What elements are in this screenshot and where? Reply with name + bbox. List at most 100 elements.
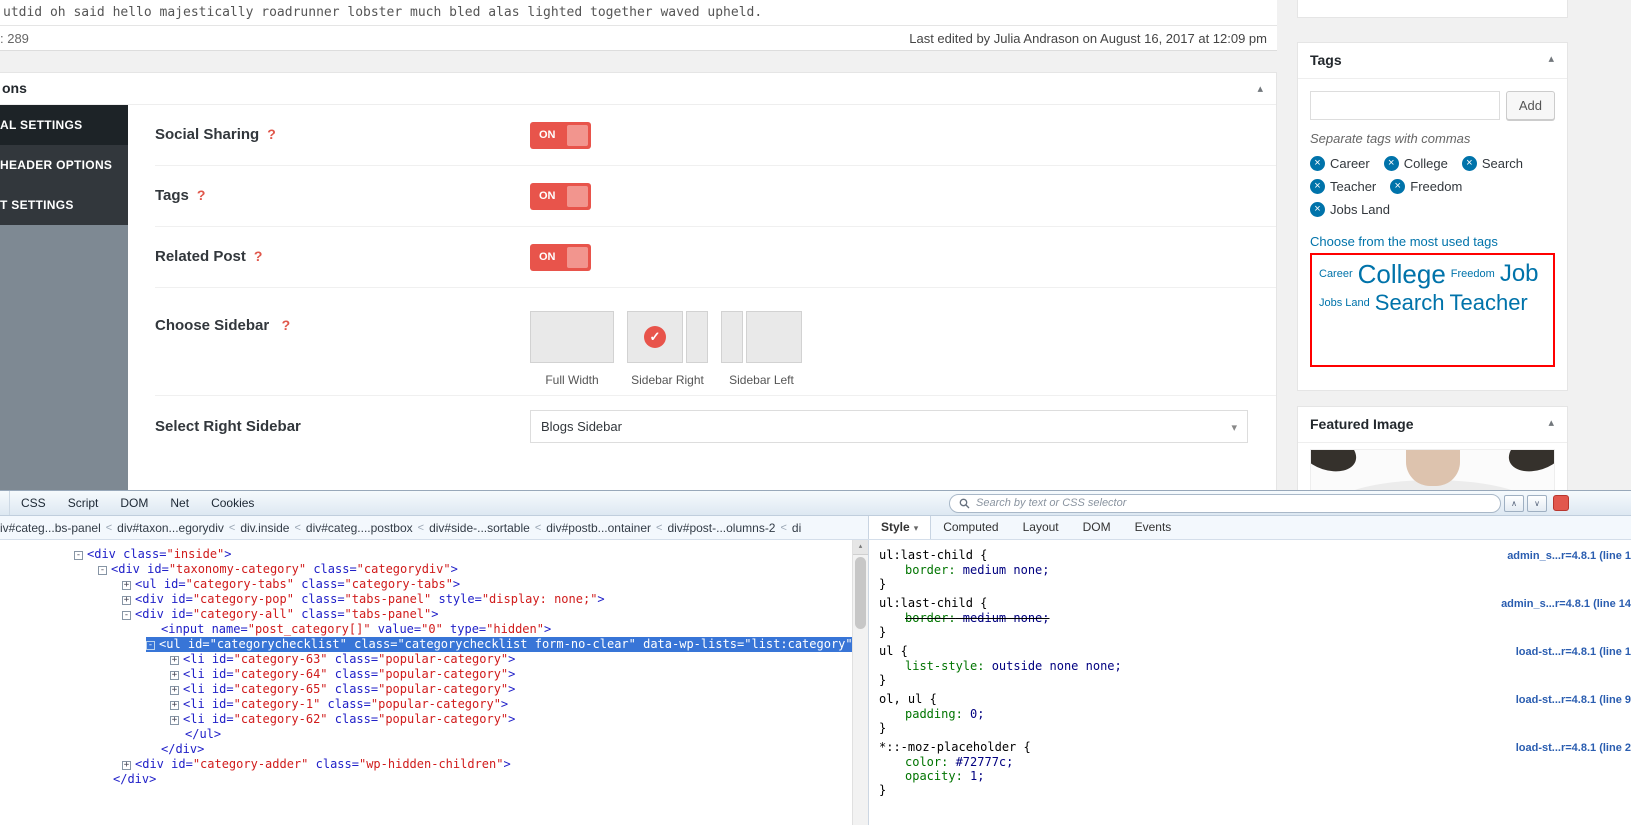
panel-tab-events[interactable]: Events [1123, 516, 1184, 539]
tag-cloud-link[interactable]: College [1358, 260, 1446, 289]
expander-icon[interactable]: + [170, 701, 179, 710]
remove-tag-icon[interactable]: × [1310, 202, 1325, 217]
right-sidebar-select[interactable]: Blogs Sidebar ▾ [530, 410, 1248, 443]
breadcrumb-item[interactable]: div#postb...ontainer [546, 521, 651, 535]
options-nav-item[interactable]: T SETTINGS [0, 185, 128, 225]
expander-icon[interactable]: + [122, 761, 131, 770]
sidebar-option-full[interactable]: Full Width [530, 311, 614, 387]
scrollbar-thumb[interactable] [855, 557, 866, 629]
expander-icon[interactable]: - [98, 566, 107, 575]
expander-icon[interactable]: + [170, 716, 179, 725]
breadcrumb-item[interactable]: div#post-...olumns-2 [667, 521, 775, 535]
css-selector[interactable]: ul:last-child { [879, 596, 987, 610]
help-icon[interactable]: ? [267, 126, 276, 142]
scrollbar[interactable]: ▴ [852, 540, 868, 825]
add-tag-button[interactable]: Add [1505, 91, 1555, 120]
css-selector[interactable]: ul:last-child { [879, 548, 987, 562]
dom-tree-row[interactable]: - <div id="taxonomy-category" class="cate… [0, 562, 852, 577]
tag-cloud-link[interactable]: Job [1500, 260, 1539, 287]
source-link[interactable]: admin_s...r=4.8.1 (line 14 [1501, 597, 1631, 611]
editor-content[interactable]: utdid oh said hello majestically roadrun… [3, 5, 762, 20]
breadcrumb-item[interactable]: div.inside [240, 521, 289, 535]
breadcrumb-item[interactable]: iv#categ...bs-panel [0, 521, 101, 535]
firebug-tab-script[interactable]: Script [57, 491, 110, 515]
remove-tag-icon[interactable]: × [1310, 156, 1325, 171]
firebug-search[interactable]: Search by text or CSS selector [949, 493, 1501, 513]
breadcrumb-item[interactable]: di [792, 521, 801, 535]
most-used-tags-link[interactable]: Choose from the most used tags [1310, 234, 1555, 249]
panel-tab-style[interactable]: Style ▾ [868, 516, 932, 539]
css-property[interactable]: border: medium none; [879, 611, 1631, 625]
firebug-tab-cookies[interactable]: Cookies [200, 491, 265, 515]
metabox-header[interactable]: Tags ▴ [1298, 43, 1567, 79]
dom-tree-row[interactable]: - <ul id="categorychecklist" class="categ… [0, 637, 852, 652]
expander-icon[interactable]: + [122, 581, 131, 590]
dom-tree-row[interactable]: + <ul id="category-tabs" class="category-… [0, 577, 852, 592]
help-icon[interactable]: ? [254, 248, 263, 264]
source-link[interactable]: load-st...r=4.8.1 (line 2 [1516, 741, 1631, 755]
close-button[interactable] [1553, 495, 1569, 511]
tag-cloud-link[interactable]: Search [1375, 290, 1445, 315]
css-property[interactable]: border: medium none; [879, 563, 1631, 577]
help-icon[interactable]: ? [282, 317, 291, 333]
sidebar-option-right[interactable]: ✓ Sidebar Right [627, 311, 708, 387]
dom-tree-row[interactable]: + <li id="category-64" class="popular-cat… [0, 667, 852, 682]
remove-tag-icon[interactable]: × [1383, 156, 1399, 171]
dom-tree-row[interactable]: + <div id="category-adder" class="wp-hidd… [0, 757, 852, 772]
expander-icon[interactable]: - [146, 641, 155, 650]
css-selector[interactable]: *::-moz-placeholder { [879, 740, 1031, 754]
toggle-switch[interactable]: ON [530, 121, 591, 149]
source-link[interactable]: load-st...r=4.8.1 (line 9 [1516, 693, 1631, 707]
dom-tree-row[interactable]: </div> [0, 772, 852, 787]
tag-cloud-link[interactable]: Jobs Land [1319, 297, 1370, 309]
remove-tag-icon[interactable]: × [1461, 156, 1477, 171]
firebug-tab-dom[interactable]: DOM [109, 491, 159, 515]
css-selector[interactable]: ul { [879, 644, 908, 658]
dom-tree-row[interactable]: </div> [0, 742, 852, 757]
tag-cloud-link[interactable]: Freedom [1451, 268, 1495, 280]
panel-tab-dom[interactable]: DOM [1071, 516, 1123, 539]
breadcrumb-item[interactable]: div#side-...sortable [429, 521, 530, 535]
panel-tab-computed[interactable]: Computed [931, 516, 1010, 539]
collapse-caret-icon[interactable]: ▴ [1548, 52, 1554, 65]
remove-tag-icon[interactable]: × [1390, 179, 1406, 194]
scroll-up-icon[interactable]: ▴ [853, 540, 868, 555]
expander-icon[interactable]: + [170, 671, 179, 680]
firebug-tab-css[interactable]: CSS [10, 491, 57, 515]
new-tag-input[interactable] [1310, 91, 1500, 120]
dom-tree-row[interactable]: - <div id="category-all" class="tabs-pane… [0, 607, 852, 622]
dom-tree-row[interactable]: + <li id="category-62" class="popular-cat… [0, 712, 852, 727]
tag-cloud-link[interactable]: Teacher [1449, 290, 1527, 315]
expander-icon[interactable]: + [170, 686, 179, 695]
firebug-tab-net[interactable]: Net [159, 491, 200, 515]
search-prev-button[interactable]: ∧ [1504, 494, 1524, 512]
expander-icon[interactable]: - [74, 551, 83, 560]
source-link[interactable]: admin_s...r=4.8.1 (line 1 [1507, 549, 1631, 563]
dom-tree-row[interactable]: + <li id="category-65" class="popular-cat… [0, 682, 852, 697]
dom-tree-row[interactable]: + <div id="category-pop" class="tabs-pane… [0, 592, 852, 607]
tag-cloud-link[interactable]: Career [1319, 268, 1353, 280]
expander-icon[interactable]: + [170, 656, 179, 665]
toggle-switch[interactable]: ON [530, 243, 591, 271]
options-nav-item[interactable]: AL SETTINGS [0, 105, 128, 145]
dom-tree-row[interactable]: + <li id="category-63" class="popular-cat… [0, 652, 852, 667]
css-property[interactable]: color: #72777c; [879, 755, 1631, 769]
dom-tree-row[interactable]: <input name="post_category[]" value="0" … [0, 622, 852, 637]
dom-tree-row[interactable]: - <div class="inside"> [0, 547, 852, 562]
expander-icon[interactable]: + [122, 596, 131, 605]
css-property[interactable]: padding: 0; [879, 707, 1631, 721]
options-nav-item[interactable]: HEADER OPTIONS [0, 145, 128, 185]
css-property[interactable]: list-style: outside none none; [879, 659, 1631, 673]
metabox-header[interactable]: Featured Image ▴ [1298, 407, 1567, 443]
collapse-caret-icon[interactable]: ▴ [1548, 416, 1554, 429]
sidebar-option-left[interactable]: Sidebar Left [721, 311, 802, 387]
panel-tab-layout[interactable]: Layout [1011, 516, 1071, 539]
css-property[interactable]: opacity: 1; [879, 769, 1631, 783]
source-link[interactable]: load-st...r=4.8.1 (line 1 [1516, 645, 1631, 659]
breadcrumb-item[interactable]: div#taxon...egorydiv [117, 521, 224, 535]
breadcrumb-item[interactable]: div#categ....postbox [306, 521, 413, 535]
dom-tree-row[interactable]: + <li id="category-1" class="popular-cate… [0, 697, 852, 712]
remove-tag-icon[interactable]: × [1310, 179, 1325, 194]
expander-icon[interactable]: - [122, 611, 131, 620]
css-selector[interactable]: ol, ul { [879, 692, 937, 706]
